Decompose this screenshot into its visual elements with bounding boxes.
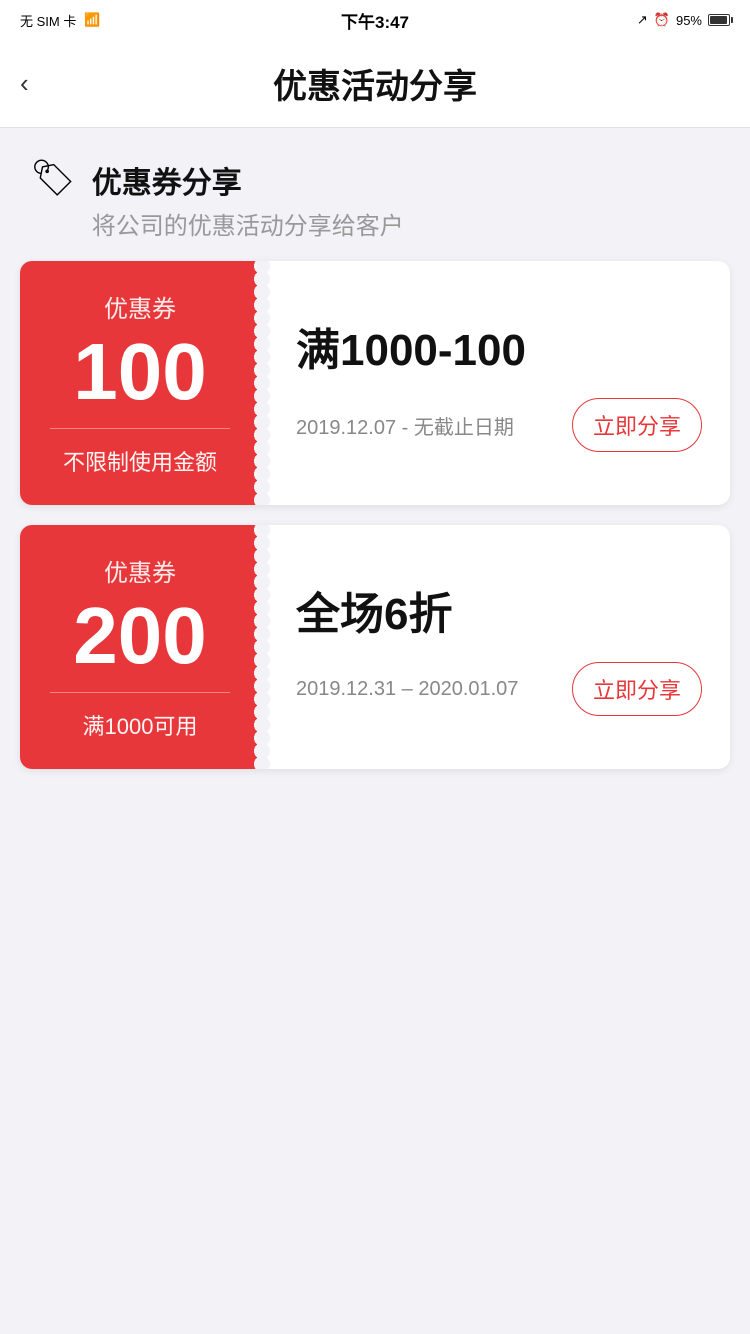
page-title: 优惠活动分享	[273, 59, 477, 108]
coupon-meta-row-1: 2019.12.07 - 无截止日期 立即分享	[296, 398, 702, 452]
coupon-divider-2	[50, 692, 230, 693]
carrier-text: 无 SIM 卡	[20, 11, 76, 30]
coupon-left-1: 优惠券 100 不限制使用金额	[20, 261, 260, 505]
coupon-left-2: 优惠券 200 满1000可用	[20, 525, 260, 769]
coupon-card-2: 优惠券 200 满1000可用 全场6折 2019.12.31 – 2020.0…	[20, 525, 730, 769]
section-subtitle: 将公司的优惠活动分享给客户	[92, 206, 404, 241]
coupons-container: 优惠券 100 不限制使用金额 满1000-100 2019.12.07 - 无…	[0, 261, 750, 789]
coupon-right-1: 满1000-100 2019.12.07 - 无截止日期 立即分享	[260, 261, 730, 505]
back-chevron: ‹	[20, 68, 29, 99]
coupon-amount-2: 200	[73, 596, 206, 676]
coupon-date-2: 2019.12.31 – 2020.01.07	[296, 678, 518, 701]
coupon-title-1: 满1000-100	[296, 314, 702, 378]
coupon-date-1: 2019.12.07 - 无截止日期	[296, 411, 514, 440]
coupon-label-2: 优惠券	[104, 553, 176, 588]
section-title: 优惠券分享	[92, 158, 404, 202]
share-button-1[interactable]: 立即分享	[572, 398, 702, 452]
battery-percent: 95%	[676, 13, 702, 28]
coupon-icon: 🏷	[30, 160, 76, 196]
wifi-icon: 📶	[84, 12, 100, 28]
back-button[interactable]: ‹	[20, 68, 29, 99]
coupon-divider-1	[50, 428, 230, 429]
empty-area	[0, 789, 750, 1289]
nav-bar: ‹ 优惠活动分享	[0, 40, 750, 128]
status-time: 下午3:47	[341, 8, 409, 33]
coupon-label-1: 优惠券	[104, 289, 176, 324]
coupon-meta-row-2: 2019.12.31 – 2020.01.07 立即分享	[296, 662, 702, 716]
coupon-card-1: 优惠券 100 不限制使用金额 满1000-100 2019.12.07 - 无…	[20, 261, 730, 505]
coupon-amount-1: 100	[73, 332, 206, 412]
status-right: ↗ ⏰ 95%	[637, 12, 730, 28]
status-left: 无 SIM 卡 📶	[20, 11, 101, 30]
status-bar: 无 SIM 卡 📶 下午3:47 ↗ ⏰ 95%	[0, 0, 750, 40]
coupon-title-2: 全场6折	[296, 578, 702, 642]
coupon-condition-2: 满1000可用	[83, 709, 198, 741]
section-text: 优惠券分享 将公司的优惠活动分享给客户	[92, 158, 404, 241]
coupon-condition-1: 不限制使用金额	[63, 445, 217, 477]
alarm-icon: ⏰	[654, 12, 670, 28]
section-header: 🏷 优惠券分享 将公司的优惠活动分享给客户	[0, 128, 750, 261]
battery-fill	[710, 16, 727, 24]
share-button-2[interactable]: 立即分享	[572, 662, 702, 716]
location-icon: ↗	[637, 12, 648, 28]
coupon-right-2: 全场6折 2019.12.31 – 2020.01.07 立即分享	[260, 525, 730, 769]
battery-bar	[708, 14, 730, 26]
